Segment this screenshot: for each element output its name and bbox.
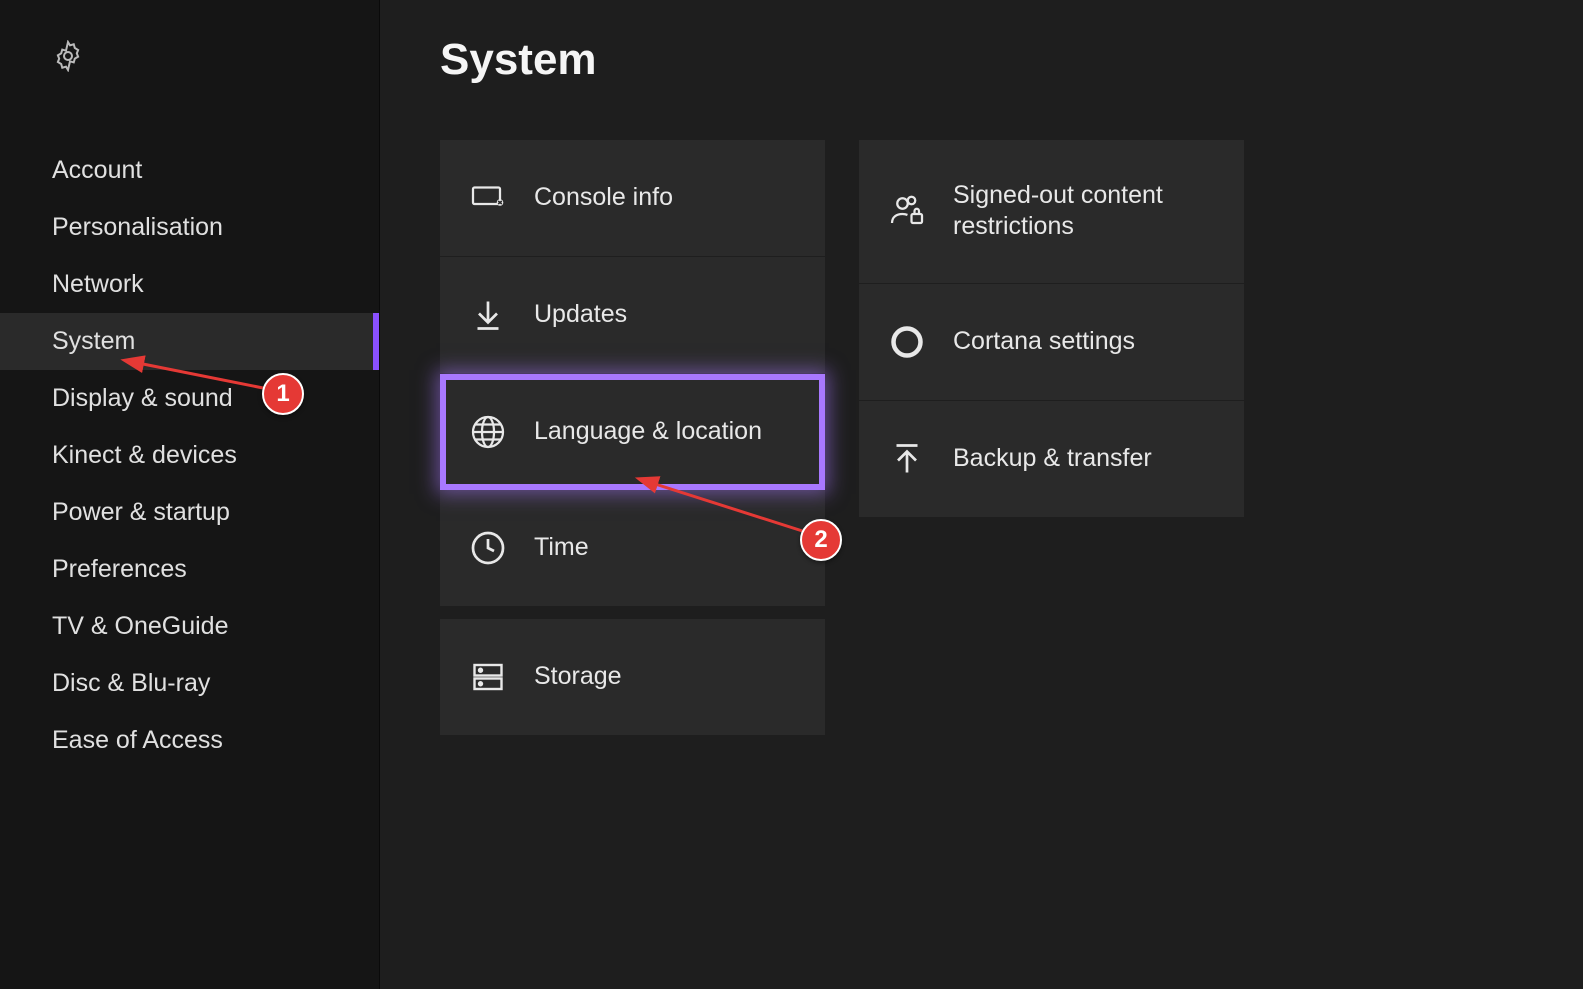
tile-cortana-settings[interactable]: Cortana settings: [859, 284, 1244, 401]
sidebar-item-label: Display & sound: [52, 384, 233, 412]
page-title: System: [440, 35, 1523, 85]
sidebar-item-label: Ease of Access: [52, 726, 223, 754]
sidebar-item-kinect-devices[interactable]: Kinect & devices: [0, 427, 379, 484]
tile-label: Console info: [534, 182, 673, 213]
cortana-icon: [889, 324, 925, 360]
sidebar-item-system[interactable]: System: [0, 313, 379, 370]
tiles-grid: Console info Updates L: [440, 140, 1523, 735]
sidebar-item-ease-of-access[interactable]: Ease of Access: [0, 712, 379, 769]
sidebar-item-label: Power & startup: [52, 498, 230, 526]
tile-label: Storage: [534, 661, 622, 692]
sidebar-item-label: Network: [52, 270, 144, 298]
tile-column-2: Signed-out content restrictions Cortana …: [859, 140, 1244, 735]
people-lock-icon: [889, 193, 925, 229]
tile-label: Backup & transfer: [953, 443, 1152, 474]
globe-icon: [470, 414, 506, 450]
sidebar-item-label: Personalisation: [52, 213, 223, 241]
console-icon: [470, 180, 506, 216]
tile-backup-transfer[interactable]: Backup & transfer: [859, 401, 1244, 517]
settings-sidebar: Account Personalisation Network System D…: [0, 0, 380, 989]
tile-label: Signed-out content restrictions: [953, 180, 1214, 243]
sidebar-item-personalisation[interactable]: Personalisation: [0, 199, 379, 256]
sidebar-item-label: Preferences: [52, 555, 187, 583]
tile-label: Language & location: [534, 416, 762, 447]
sidebar-item-label: System: [52, 327, 135, 355]
tile-storage[interactable]: Storage: [440, 619, 825, 735]
sidebar-items: Account Personalisation Network System D…: [0, 142, 379, 769]
tile-label: Updates: [534, 299, 627, 330]
tile-column-1: Console info Updates L: [440, 140, 825, 735]
tile-updates[interactable]: Updates: [440, 257, 825, 374]
sidebar-item-display-sound[interactable]: Display & sound: [0, 370, 379, 427]
sidebar-item-power-startup[interactable]: Power & startup: [0, 484, 379, 541]
sidebar-item-label: Kinect & devices: [52, 441, 237, 469]
sidebar-item-label: Disc & Blu-ray: [52, 669, 210, 697]
sidebar-item-network[interactable]: Network: [0, 256, 379, 313]
tile-language-location[interactable]: Language & location: [440, 374, 825, 490]
sidebar-item-account[interactable]: Account: [0, 142, 379, 199]
sidebar-item-label: TV & OneGuide: [52, 612, 228, 640]
storage-icon: [470, 659, 506, 695]
tile-label: Time: [534, 532, 589, 563]
sidebar-item-disc-bluray[interactable]: Disc & Blu-ray: [0, 655, 379, 712]
upload-icon: [889, 441, 925, 477]
gear-icon: [52, 40, 84, 72]
tile-time[interactable]: Time: [440, 490, 825, 607]
tile-signed-out-restrictions[interactable]: Signed-out content restrictions: [859, 140, 1244, 284]
sidebar-item-label: Account: [52, 156, 142, 184]
sidebar-item-tv-oneguide[interactable]: TV & OneGuide: [0, 598, 379, 655]
download-icon: [470, 297, 506, 333]
tile-console-info[interactable]: Console info: [440, 140, 825, 257]
clock-icon: [470, 530, 506, 566]
main-content: System Console info U: [380, 0, 1583, 989]
sidebar-item-preferences[interactable]: Preferences: [0, 541, 379, 598]
tile-label: Cortana settings: [953, 326, 1135, 357]
